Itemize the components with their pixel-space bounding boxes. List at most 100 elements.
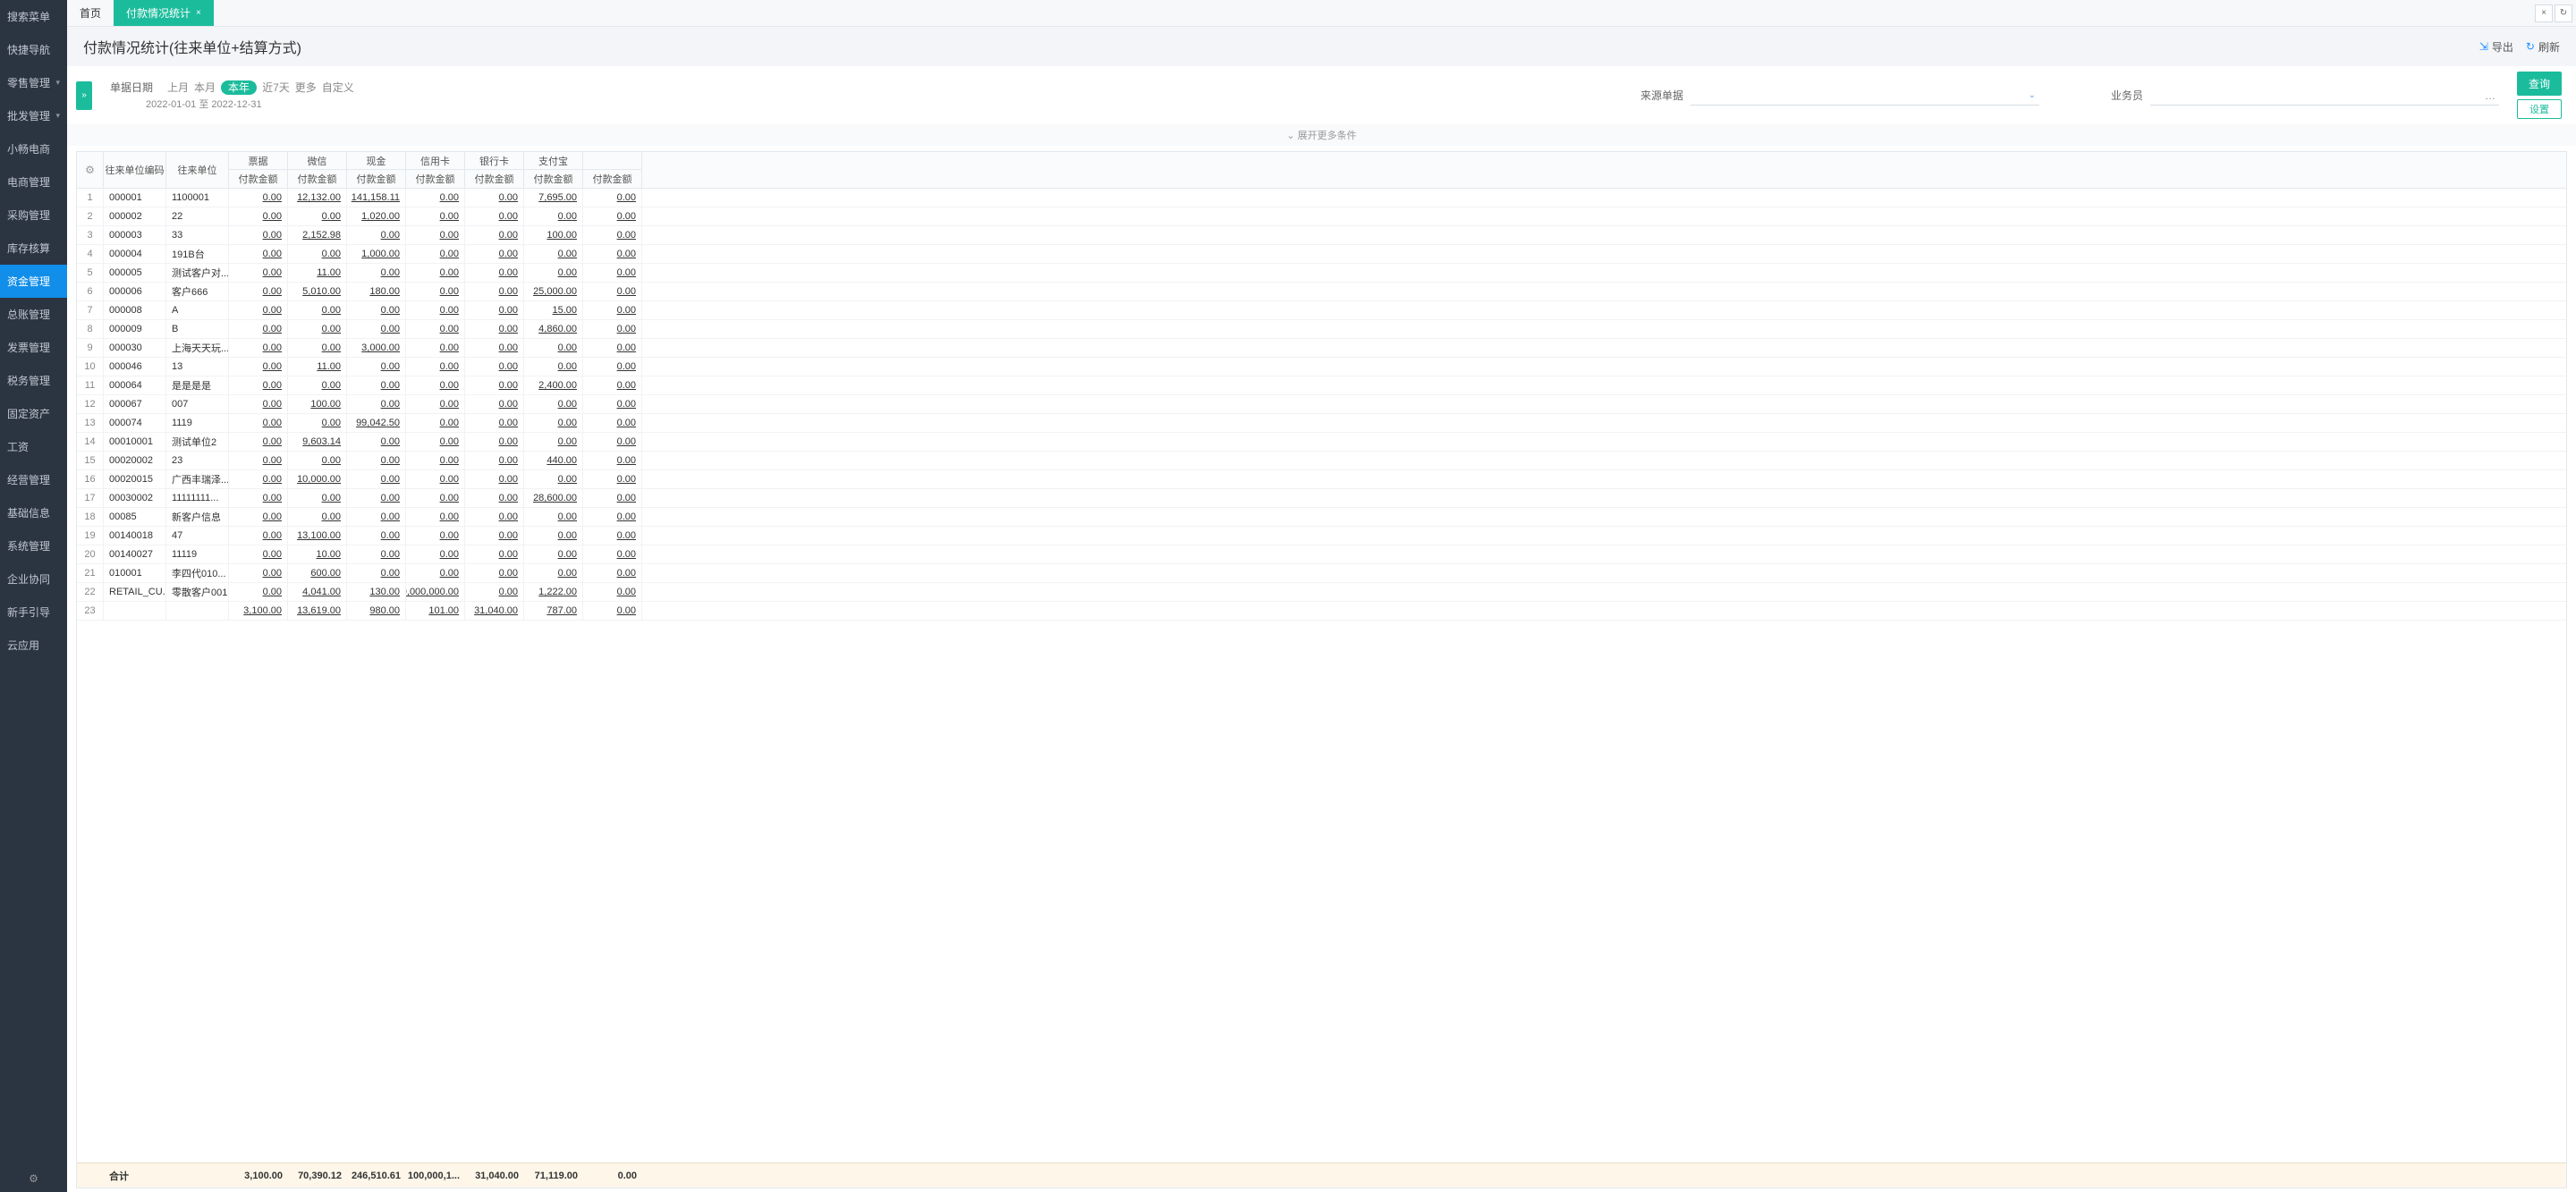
cell-amount[interactable]: 0.00 [583,189,642,207]
cell-amount[interactable]: 600.00 [288,564,347,582]
cell-amount[interactable]: 0.00 [583,452,642,469]
table-row[interactable]: 8000009B0.000.000.000.000.004,860.000.00 [77,320,2566,339]
cell-amount[interactable]: 0.00 [583,527,642,545]
cell-amount[interactable]: 12,132.00 [288,189,347,207]
cell-amount[interactable]: 0.00 [583,508,642,526]
cell-amount[interactable]: 0.00 [347,226,406,244]
sidebar-item[interactable]: 云应用 [0,629,67,662]
sidebar-item[interactable]: 经营管理 [0,463,67,496]
cell-amount[interactable]: 0.00 [406,283,465,300]
cell-amount[interactable]: 1,222.00 [524,583,583,601]
tab-home[interactable]: 首页 [67,0,114,26]
sidebar-item[interactable]: 电商管理 [0,165,67,199]
cell-amount[interactable]: 0.00 [524,527,583,545]
cell-amount[interactable]: 13,100.00 [288,527,347,545]
cell-amount[interactable]: 0.00 [229,545,288,563]
cell-amount[interactable]: 0.00 [229,376,288,394]
cell-amount[interactable]: 0.00 [406,358,465,376]
cell-amount[interactable]: 0.00 [229,527,288,545]
cell-amount[interactable]: 0.00 [465,470,524,488]
cell-amount[interactable]: 0.00 [465,207,524,225]
cell-amount[interactable]: 0.00 [583,320,642,338]
cell-amount[interactable]: 0.00 [406,433,465,451]
col-sub[interactable]: 付款金额 [288,170,346,188]
table-row[interactable]: 22RETAIL_CU...零散客户0010.004,041.00130.001… [77,583,2566,602]
col-sub[interactable]: 付款金额 [583,170,641,188]
cell-amount[interactable]: 0.00 [583,545,642,563]
tab-refresh-button[interactable]: ↻ [2555,4,2572,22]
cell-amount[interactable]: 2,400.00 [524,376,583,394]
cell-amount[interactable]: 0.00 [465,433,524,451]
cell-amount[interactable]: 101.00 [406,602,465,620]
cell-amount[interactable]: 3,100.00 [229,602,288,620]
cell-amount[interactable]: 25,000.00 [524,283,583,300]
settings-button[interactable]: 设置 [2517,99,2562,119]
cell-amount[interactable]: 0.00 [583,264,642,282]
cell-amount[interactable]: 0.00 [406,376,465,394]
cell-amount[interactable]: 9,603.14 [288,433,347,451]
cell-amount[interactable]: 0.00 [465,452,524,469]
table-row[interactable]: 100000111000010.0012,132.00141,158.110.0… [77,189,2566,207]
cell-amount[interactable]: 1,000.00 [347,245,406,263]
cell-amount[interactable]: 0.00 [229,245,288,263]
cell-amount[interactable]: 440.00 [524,452,583,469]
cell-amount[interactable]: 0.00 [524,395,583,413]
cell-amount[interactable]: 0.00 [406,339,465,357]
cell-amount[interactable]: 5,010.00 [288,283,347,300]
cell-amount[interactable]: 0.00 [229,301,288,319]
table-row[interactable]: 3000003330.002,152.980.000.000.00100.000… [77,226,2566,245]
sidebar-item[interactable]: 快捷导航 [0,33,67,66]
cell-amount[interactable]: 0.00 [524,245,583,263]
cell-amount[interactable]: 0.00 [583,358,642,376]
cell-amount[interactable]: 0.00 [465,264,524,282]
date-option[interactable]: 本月 [194,81,216,94]
cell-amount[interactable]: 0.00 [229,283,288,300]
cell-amount[interactable]: 0.00 [524,339,583,357]
expand-conditions[interactable]: ⌄ 展开更多条件 [67,124,2576,146]
cell-amount[interactable]: 0.00 [583,207,642,225]
cell-amount[interactable]: 0.00 [406,564,465,582]
col-code[interactable]: 往来单位编码 [104,152,165,188]
cell-amount[interactable]: 0.00 [465,283,524,300]
cell-amount[interactable]: 0.00 [229,583,288,601]
col-top[interactable]: 票据 [229,152,287,170]
cell-amount[interactable]: 0.00 [465,545,524,563]
cell-amount[interactable]: 0.00 [524,358,583,376]
cell-amount[interactable]: 787.00 [524,602,583,620]
cell-amount[interactable]: 0.00 [465,358,524,376]
col-top[interactable]: 现金 [347,152,405,170]
cell-amount[interactable]: 0.00 [465,508,524,526]
cell-amount[interactable]: 11.00 [288,358,347,376]
cell-amount[interactable]: 0.00 [583,564,642,582]
cell-amount[interactable]: 0.00 [347,545,406,563]
col-sub[interactable]: 付款金额 [229,170,287,188]
cell-amount[interactable]: 0.00 [288,452,347,469]
cell-amount[interactable]: 0.00 [347,564,406,582]
cell-amount[interactable]: 0.00 [583,470,642,488]
chevron-down-icon[interactable]: ⌄ [2029,90,2036,100]
sidebar-item[interactable]: 小畅电商 [0,132,67,165]
cell-amount[interactable]: 0.00 [229,489,288,507]
cell-amount[interactable]: 2,152.98 [288,226,347,244]
ellipsis-icon[interactable]: … [2485,89,2496,102]
cell-amount[interactable]: 0.00 [465,527,524,545]
cell-amount[interactable]: 10,000.00 [288,470,347,488]
refresh-link[interactable]: ↻刷新 [2526,39,2560,55]
col-top[interactable]: 微信 [288,152,346,170]
tab-payment-stats[interactable]: 付款情况统计 × [114,0,214,26]
sidebar-item[interactable]: 资金管理 [0,265,67,298]
cell-amount[interactable]: 0.00 [288,320,347,338]
cell-amount[interactable]: 180.00 [347,283,406,300]
export-link[interactable]: ⇲导出 [2479,39,2513,55]
cell-amount[interactable]: 130.00 [347,583,406,601]
table-row[interactable]: 6000006客户6660.005,010.00180.000.000.0025… [77,283,2566,301]
source-input[interactable] [1690,85,2039,106]
date-option[interactable]: 上月 [167,81,189,94]
sidebar-item[interactable]: 采购管理 [0,199,67,232]
table-row[interactable]: 233,100.0013,619.00980.00101.0031,040.00… [77,602,2566,621]
cell-amount[interactable]: 0.00 [406,527,465,545]
close-icon[interactable]: × [196,8,201,18]
cell-amount[interactable]: 0.00 [583,602,642,620]
sidebar-item[interactable]: 库存核算 [0,232,67,265]
cell-amount[interactable]: 0.00 [524,545,583,563]
